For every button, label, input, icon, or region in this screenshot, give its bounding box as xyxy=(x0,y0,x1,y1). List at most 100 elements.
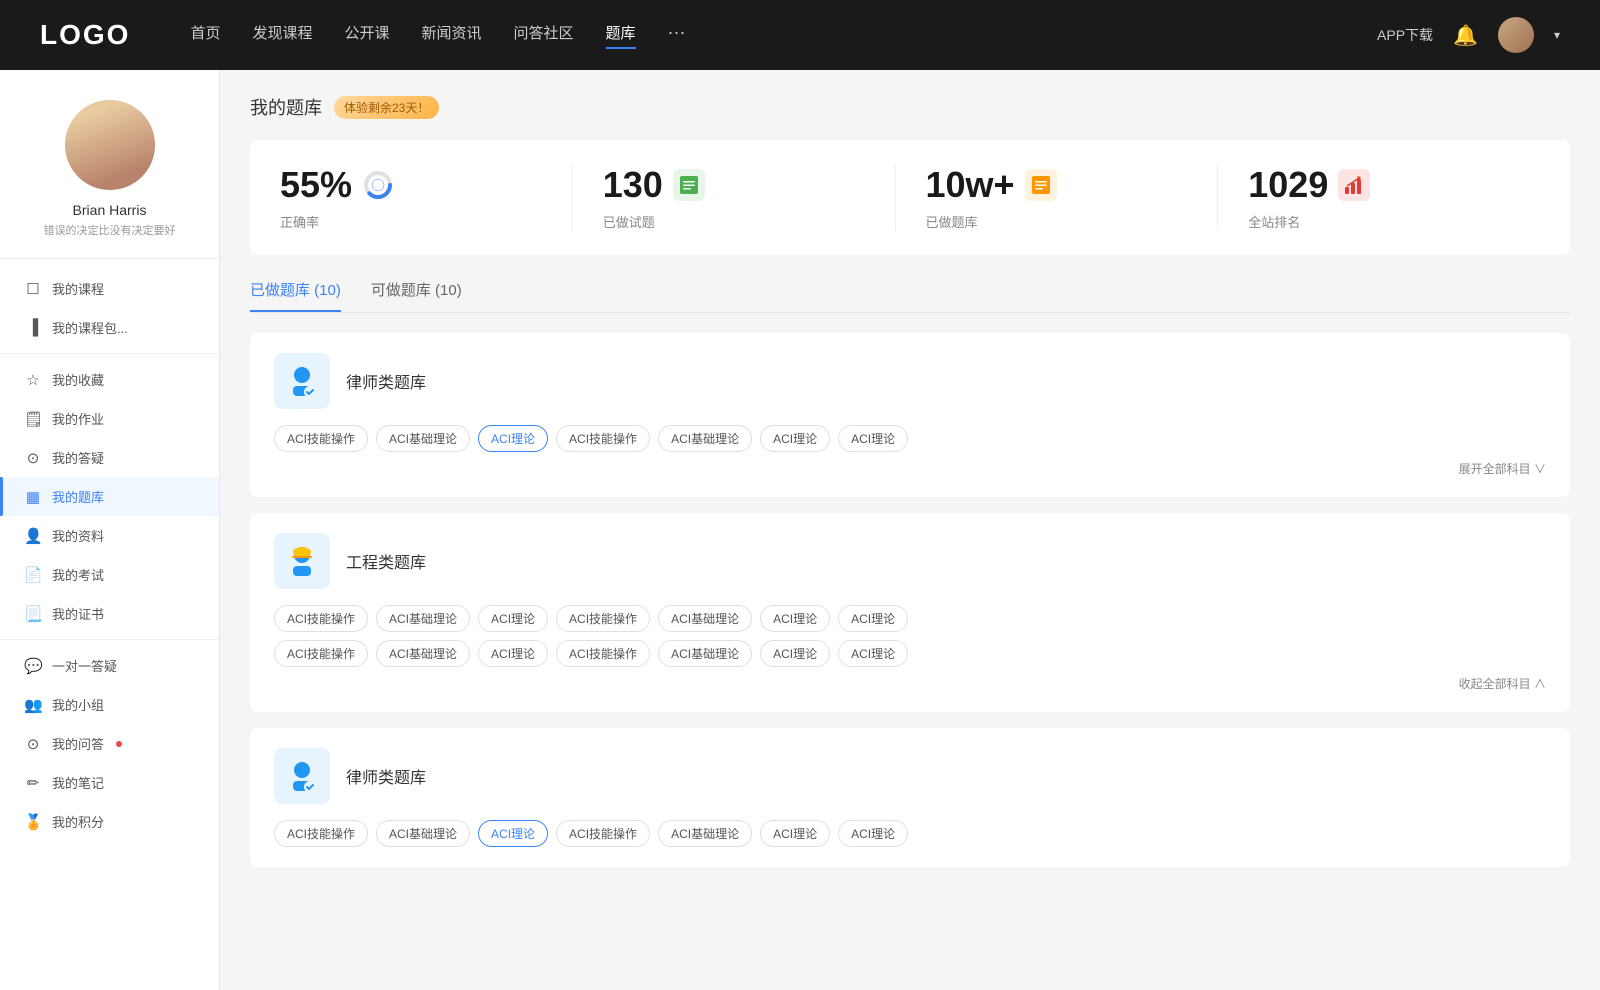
sidebar-item-question-bank[interactable]: ▦ 我的题库 xyxy=(0,477,219,516)
tag-item[interactable]: ACI理论 xyxy=(838,640,908,667)
sidebar-item-label: 我的答疑 xyxy=(52,448,104,467)
group-icon: 👥 xyxy=(24,696,42,714)
certificate-icon: 📃 xyxy=(24,605,42,623)
exam-icon: 📄 xyxy=(24,566,42,584)
tag-item[interactable]: ACI基础理论 xyxy=(376,425,470,452)
stat-done-questions-value: 130 xyxy=(603,164,663,206)
qbank-card-lawyer2: 律师类题库 ACI技能操作 ACI基础理论 ACI理论 ACI技能操作 ACI基… xyxy=(250,728,1570,867)
qbank-title: 工程类题库 xyxy=(346,549,426,573)
tag-item[interactable]: ACI基础理论 xyxy=(658,605,752,632)
stat-accuracy-value: 55% xyxy=(280,164,352,206)
sidebar-item-label: 我的题库 xyxy=(52,487,104,506)
homework-icon: 🗒 xyxy=(24,410,42,428)
rank-icon xyxy=(1338,169,1370,201)
sidebar-item-favorites[interactable]: ☆ 我的收藏 xyxy=(0,360,219,399)
nav-discover[interactable]: 发现课程 xyxy=(252,22,312,49)
sidebar-item-groups[interactable]: 👥 我的小组 xyxy=(0,685,219,724)
tabs-row: 已做题库 (10) 可做题库 (10) xyxy=(250,279,1570,313)
tag-item[interactable]: ACI理论 xyxy=(478,605,548,632)
sidebar-item-exam[interactable]: 📄 我的考试 xyxy=(0,555,219,594)
expand-button[interactable]: 展开全部科目 ∨ xyxy=(1459,460,1546,477)
nav-home[interactable]: 首页 xyxy=(190,22,220,49)
stats-card: 55% 正确率 130 xyxy=(250,140,1570,255)
qbank-footer: 展开全部科目 ∨ xyxy=(274,460,1546,477)
collapse-button[interactable]: 收起全部科目 ∧ xyxy=(1459,675,1546,692)
tag-item[interactable]: ACI理论 xyxy=(838,425,908,452)
qbank-card-lawyer: 律师类题库 ACI技能操作 ACI基础理论 ACI理论 ACI技能操作 ACI基… xyxy=(250,333,1570,497)
sidebar-item-homework[interactable]: 🗒 我的作业 xyxy=(0,399,219,438)
qbank-header: 工程类题库 xyxy=(274,533,1546,589)
qbank-title: 律师类题库 xyxy=(346,764,426,788)
sidebar-profile: Brian Harris 错误的决定比没有决定要好 xyxy=(0,100,219,259)
stat-top: 1029 xyxy=(1248,164,1370,206)
tag-item[interactable]: ACI理论 xyxy=(760,820,830,847)
nav-more[interactable]: ··· xyxy=(668,22,686,49)
notification-bell-icon[interactable]: 🔔 xyxy=(1453,23,1478,48)
done-banks-icon xyxy=(1025,169,1057,201)
stat-done-banks-value: 10w+ xyxy=(926,164,1015,206)
sidebar-item-course-package[interactable]: ▐ 我的课程包... xyxy=(0,308,219,347)
stat-done-banks-label: 已做题库 xyxy=(926,212,978,231)
sidebar-item-profile[interactable]: 👤 我的资料 xyxy=(0,516,219,555)
tag-item[interactable]: ACI理论 xyxy=(760,640,830,667)
tab-available-banks[interactable]: 可做题库 (10) xyxy=(371,279,462,312)
app-download[interactable]: APP下载 xyxy=(1377,25,1433,45)
tag-item[interactable]: ACI基础理论 xyxy=(376,640,470,667)
main-layout: Brian Harris 错误的决定比没有决定要好 ☐ 我的课程 ▐ 我的课程包… xyxy=(0,70,1600,990)
avatar[interactable] xyxy=(1498,17,1534,53)
main-content: 我的题库 体验剩余23天！ 55% 正确率 xyxy=(220,70,1600,990)
sidebar-item-certificate[interactable]: 📃 我的证书 xyxy=(0,594,219,633)
tag-item[interactable]: ACI技能操作 xyxy=(274,820,368,847)
stat-done-banks: 10w+ 已做题库 xyxy=(896,164,1219,231)
nav-news[interactable]: 新闻资讯 xyxy=(422,22,482,49)
profile-name: Brian Harris xyxy=(20,202,199,218)
stat-top: 130 xyxy=(603,164,705,206)
nav-questionbank[interactable]: 题库 xyxy=(606,22,636,49)
tag-item[interactable]: ACI基础理论 xyxy=(376,820,470,847)
chart-icon: ▐ xyxy=(24,319,42,336)
nav-qa[interactable]: 问答社区 xyxy=(514,22,574,49)
tag-item[interactable]: ACI技能操作 xyxy=(274,425,368,452)
points-icon: 🏅 xyxy=(24,813,42,831)
qbank-tags: ACI技能操作 ACI基础理论 ACI理论 ACI技能操作 ACI基础理论 AC… xyxy=(274,425,1546,452)
tag-item[interactable]: ACI理论 xyxy=(838,605,908,632)
sidebar-item-my-courses[interactable]: ☐ 我的课程 xyxy=(0,269,219,308)
chat-icon: 💬 xyxy=(24,657,42,675)
qbank-tags-row1: ACI技能操作 ACI基础理论 ACI理论 ACI技能操作 ACI基础理论 AC… xyxy=(274,605,1546,632)
tag-item[interactable]: ACI技能操作 xyxy=(556,640,650,667)
nav-opencourse[interactable]: 公开课 xyxy=(344,22,389,49)
tag-item[interactable]: ACI技能操作 xyxy=(556,605,650,632)
sidebar-item-my-qa[interactable]: ⊙ 我的问答 xyxy=(0,724,219,763)
sidebar-item-label: 我的课程 xyxy=(52,279,104,298)
profile-icon: 👤 xyxy=(24,527,42,545)
sidebar-item-notes[interactable]: ✏ 我的笔记 xyxy=(0,763,219,802)
qbank-engineer-icon xyxy=(274,533,330,589)
tag-item[interactable]: ACI理论 xyxy=(478,640,548,667)
sidebar-item-1on1[interactable]: 💬 一对一答疑 xyxy=(0,646,219,685)
qbank-header: 律师类题库 xyxy=(274,353,1546,409)
sidebar-item-questions[interactable]: ⊙ 我的答疑 xyxy=(0,438,219,477)
qbank-lawyer-icon xyxy=(274,353,330,409)
tag-item[interactable]: ACI基础理论 xyxy=(376,605,470,632)
avatar-image xyxy=(65,100,155,190)
tag-item[interactable]: ACI理论 xyxy=(838,820,908,847)
sidebar-item-label: 我的作业 xyxy=(52,409,104,428)
tag-item[interactable]: ACI基础理论 xyxy=(658,425,752,452)
tag-item-active[interactable]: ACI理论 xyxy=(478,820,548,847)
tag-item[interactable]: ACI基础理论 xyxy=(658,820,752,847)
tab-done-banks[interactable]: 已做题库 (10) xyxy=(250,279,341,312)
tag-item[interactable]: ACI技能操作 xyxy=(274,640,368,667)
qbank-lawyer2-icon xyxy=(274,748,330,804)
qbank-title: 律师类题库 xyxy=(346,369,426,393)
tag-item[interactable]: ACI技能操作 xyxy=(556,820,650,847)
sidebar-item-points[interactable]: 🏅 我的积分 xyxy=(0,802,219,841)
tag-item[interactable]: ACI技能操作 xyxy=(556,425,650,452)
trial-badge: 体验剩余23天！ xyxy=(334,96,439,119)
tag-item[interactable]: ACI理论 xyxy=(760,425,830,452)
user-menu-chevron-icon[interactable]: ▾ xyxy=(1554,28,1560,42)
tag-item[interactable]: ACI基础理论 xyxy=(658,640,752,667)
profile-bio: 错误的决定比没有决定要好 xyxy=(20,222,199,238)
tag-item[interactable]: ACI技能操作 xyxy=(274,605,368,632)
tag-item[interactable]: ACI理论 xyxy=(760,605,830,632)
tag-item-active[interactable]: ACI理论 xyxy=(478,425,548,452)
